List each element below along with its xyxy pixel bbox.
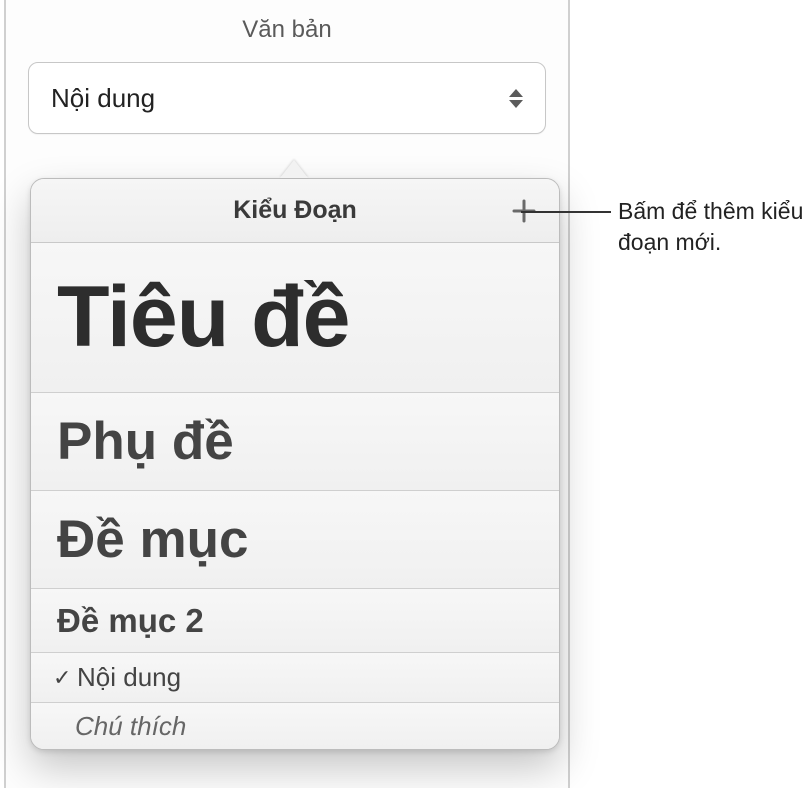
popover-header: Kiểu Đoạn (31, 179, 559, 243)
paragraph-style-dropdown[interactable]: Nội dung (28, 62, 546, 134)
style-item-heading[interactable]: Đề mục (31, 491, 559, 589)
popover-arrow (280, 160, 308, 178)
panel-title: Văn bản (6, 0, 568, 62)
popover-header-label: Kiểu Đoạn (233, 196, 357, 225)
style-label: Nội dung (77, 662, 181, 693)
callout-text: Bấm để thêm kiểu đoạn mới. (618, 196, 808, 258)
style-item-caption[interactable]: Chú thích (31, 703, 559, 749)
style-label: Phụ đề (57, 411, 234, 472)
style-item-title[interactable]: Tiêu đề (31, 243, 559, 393)
style-label: Đề mục 2 (57, 602, 204, 640)
dropdown-selected-label: Nội dung (51, 83, 155, 114)
style-item-body[interactable]: ✓ Nội dung (31, 653, 559, 703)
style-label: Đề mục (57, 509, 248, 570)
style-label: Tiêu đề (57, 268, 350, 367)
style-list: Tiêu đề Phụ đề Đề mục Đề mục 2 ✓ Nội dun… (31, 243, 559, 749)
check-icon: ✓ (53, 665, 71, 691)
style-label: Chú thích (75, 711, 186, 742)
style-item-subtitle[interactable]: Phụ đề (31, 393, 559, 491)
updown-chevron-icon (509, 89, 523, 108)
style-item-heading2[interactable]: Đề mục 2 (31, 589, 559, 653)
callout-leader-line (521, 211, 611, 213)
paragraph-styles-popover: Kiểu Đoạn Tiêu đề Phụ đề Đề mục Đề mục 2… (30, 178, 560, 750)
